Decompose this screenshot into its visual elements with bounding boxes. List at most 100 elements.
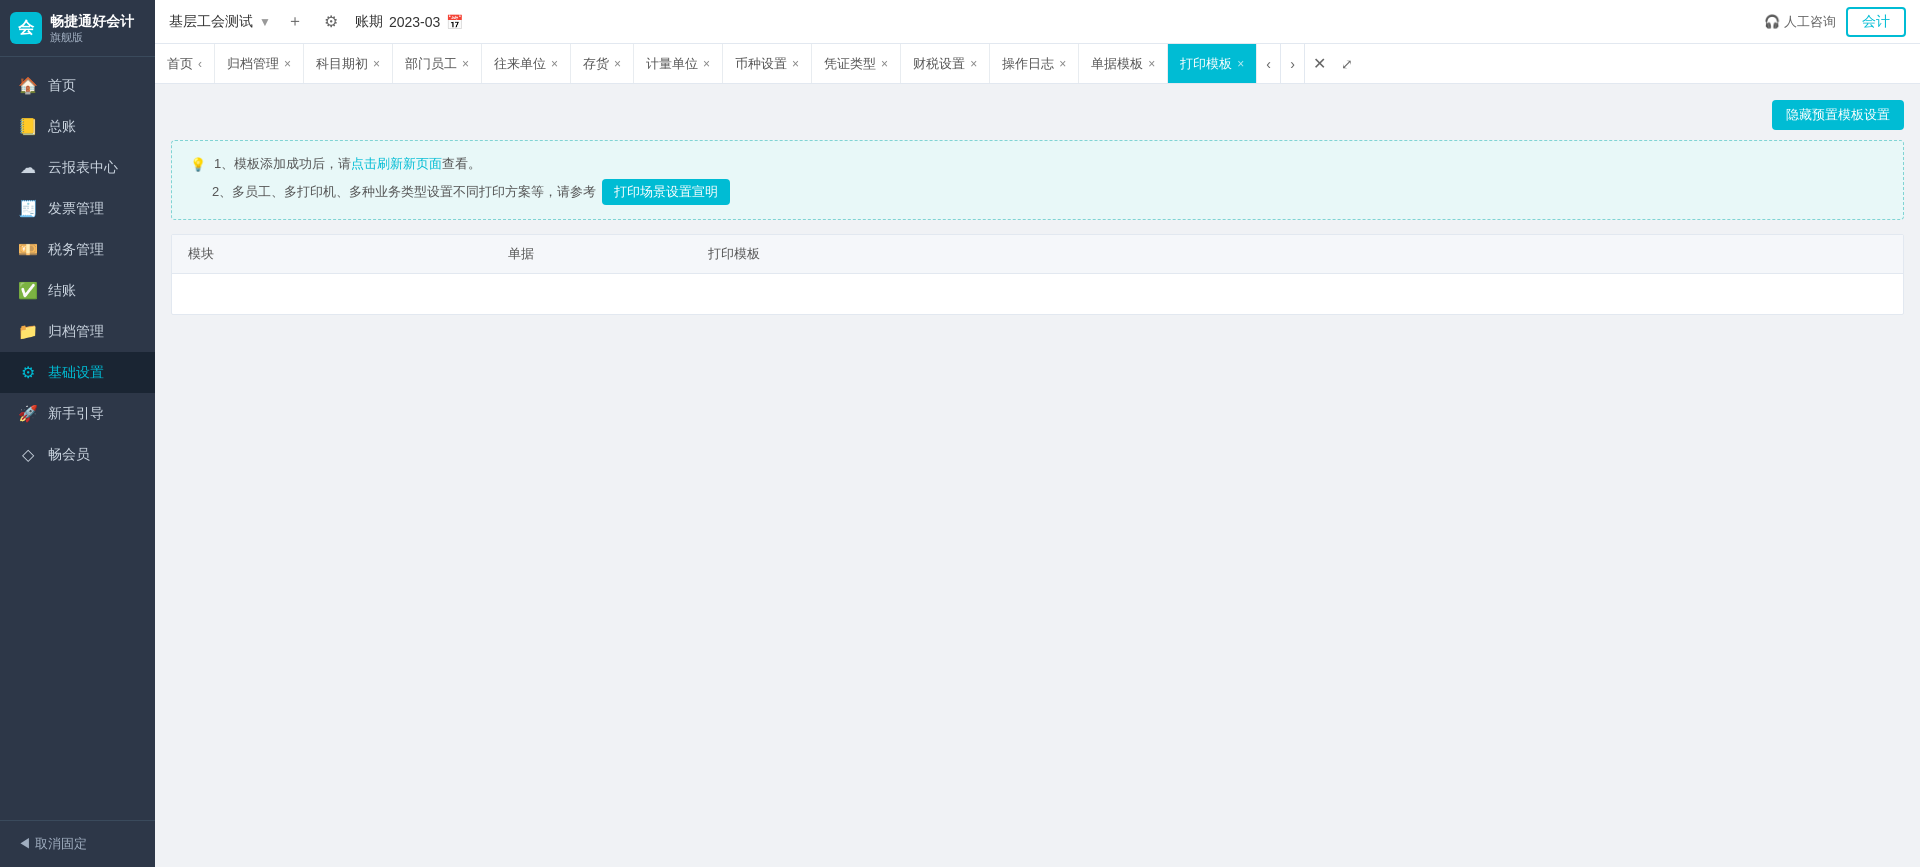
tab-close-all-button[interactable]: ✕ (1305, 44, 1333, 84)
calendar-icon[interactable]: 📅 (446, 14, 463, 30)
sidebar-item-basic-settings[interactable]: ⚙ 基础设置 (0, 352, 155, 393)
tab-currency[interactable]: 币种设置 × (723, 44, 812, 84)
archive-icon: 📁 (18, 322, 38, 341)
tab-single-label: 单据模板 (1091, 55, 1143, 73)
sidebar-item-cloud-report-label: 云报表中心 (48, 159, 118, 177)
sidebar-logo: 会 畅捷通好会计 旗舰版 (0, 0, 155, 57)
tab-counterpart-close[interactable]: × (551, 57, 558, 71)
sidebar-item-tax-label: 税务管理 (48, 241, 104, 259)
sidebar-item-ledger[interactable]: 📒 总账 (0, 106, 155, 147)
print-scene-btn[interactable]: 打印场景设置宣明 (602, 179, 730, 205)
sidebar-item-checkout-label: 结账 (48, 282, 76, 300)
tab-print-template[interactable]: 打印模板 × (1168, 44, 1257, 84)
sidebar-pin-toggle[interactable]: ◀ 取消固定 (0, 820, 155, 867)
tab-inventory[interactable]: 存货 × (571, 44, 634, 84)
tab-voucher-close[interactable]: × (881, 57, 888, 71)
tab-single-close[interactable]: × (1148, 57, 1155, 71)
sidebar-nav: 🏠 首页 📒 总账 ☁ 云报表中心 🧾 发票管理 💴 税务管理 ✅ 结账 📁 归… (0, 57, 155, 820)
table-body (172, 274, 1903, 314)
tab-measure-close[interactable]: × (703, 57, 710, 71)
tab-subject-close[interactable]: × (373, 57, 380, 71)
info-line-2: 2、多员工、多打印机、多种业务类型设置不同打印方案等，请参考 打印场景设置宣明 (190, 179, 1885, 205)
tax-icon: 💴 (18, 240, 38, 259)
tab-operation-log[interactable]: 操作日志 × (990, 44, 1079, 84)
cloud-report-icon: ☁ (18, 158, 38, 177)
tab-counterpart-label: 往来单位 (494, 55, 546, 73)
sidebar-item-home[interactable]: 🏠 首页 (0, 65, 155, 106)
sidebar: 会 畅捷通好会计 旗舰版 🏠 首页 📒 总账 ☁ 云报表中心 🧾 发票管理 💴 … (0, 0, 155, 867)
company-name: 基层工会测试 (169, 13, 253, 31)
guide-icon: 🚀 (18, 404, 38, 423)
tab-home-chevron: ‹ (198, 57, 202, 71)
hide-preview-btn[interactable]: 隐藏预置模板设置 (1772, 100, 1904, 130)
tab-tax-close[interactable]: × (970, 57, 977, 71)
company-dropdown-arrow: ▼ (259, 15, 271, 29)
tab-next-button[interactable]: › (1281, 44, 1305, 84)
tab-tax-settings[interactable]: 财税设置 × (901, 44, 990, 84)
tab-currency-label: 币种设置 (735, 55, 787, 73)
tab-dept-close[interactable]: × (462, 57, 469, 71)
tab-print-label: 打印模板 (1180, 55, 1232, 73)
bulb-icon: 💡 (190, 157, 206, 172)
sidebar-item-tax[interactable]: 💴 税务管理 (0, 229, 155, 270)
sidebar-item-invoice[interactable]: 🧾 发票管理 (0, 188, 155, 229)
settings-icon: ⚙ (18, 363, 38, 382)
tab-inventory-label: 存货 (583, 55, 609, 73)
app-brand: 畅捷通好会计 (50, 12, 134, 30)
customer-service-label: 人工咨询 (1784, 13, 1836, 31)
topbar: 基层工会测试 ▼ ＋ ⚙ 账期 2023-03 📅 🎧 人工咨询 会计 (155, 0, 1920, 44)
customer-service-btn[interactable]: 🎧 人工咨询 (1764, 13, 1836, 31)
add-tab-button[interactable]: ＋ (281, 8, 309, 36)
period-value: 2023-03 (389, 14, 440, 30)
sidebar-item-archive[interactable]: 📁 归档管理 (0, 311, 155, 352)
app-edition: 旗舰版 (50, 30, 134, 44)
tab-home[interactable]: 首页 ‹ (155, 44, 215, 84)
ledger-icon: 📒 (18, 117, 38, 136)
tab-archive-mgmt[interactable]: 归档管理 × (215, 44, 304, 84)
period-display: 账期 2023-03 📅 (355, 13, 463, 31)
info-line2-prefix: 2、多员工、多打印机、多种业务类型设置不同打印方案等，请参考 (212, 183, 596, 201)
invoice-icon: 🧾 (18, 199, 38, 218)
sidebar-item-cloud-report[interactable]: ☁ 云报表中心 (0, 147, 155, 188)
account-button[interactable]: 会计 (1846, 7, 1906, 37)
app-logo-icon: 会 (10, 12, 42, 44)
tab-measure-unit[interactable]: 计量单位 × (634, 44, 723, 84)
tab-expand-button[interactable]: ⤢ (1333, 44, 1361, 84)
headset-icon: 🎧 (1764, 14, 1780, 29)
topbar-right: 🎧 人工咨询 会计 (1764, 7, 1906, 37)
member-icon: ◇ (18, 445, 38, 464)
sidebar-item-archive-label: 归档管理 (48, 323, 104, 341)
tab-log-close[interactable]: × (1059, 57, 1066, 71)
data-table: 模块 单据 打印模板 (171, 234, 1904, 315)
tab-archive-close[interactable]: × (284, 57, 291, 71)
sidebar-item-checkout[interactable]: ✅ 结账 (0, 270, 155, 311)
checkout-icon: ✅ (18, 281, 38, 300)
tab-subject-period[interactable]: 科目期初 × (304, 44, 393, 84)
refresh-page-link[interactable]: 点击刷新新页面 (351, 155, 442, 173)
home-icon: 🏠 (18, 76, 38, 95)
company-selector[interactable]: 基层工会测试 ▼ (169, 13, 271, 31)
sidebar-item-member[interactable]: ◇ 畅会员 (0, 434, 155, 475)
tab-currency-close[interactable]: × (792, 57, 799, 71)
info-line1-suffix: 查看。 (442, 155, 481, 173)
tab-log-label: 操作日志 (1002, 55, 1054, 73)
tab-single-template[interactable]: 单据模板 × (1079, 44, 1168, 84)
sidebar-item-guide[interactable]: 🚀 新手引导 (0, 393, 155, 434)
tab-prev-button[interactable]: ‹ (1257, 44, 1281, 84)
tab-inventory-close[interactable]: × (614, 57, 621, 71)
tab-counterpart[interactable]: 往来单位 × (482, 44, 571, 84)
settings-button[interactable]: ⚙ (317, 8, 345, 36)
table-header: 模块 单据 打印模板 (172, 235, 1903, 274)
main-area: 基层工会测试 ▼ ＋ ⚙ 账期 2023-03 📅 🎧 人工咨询 会计 首页 ‹… (155, 0, 1920, 867)
info-line-1: 💡 1、模板添加成功后，请 点击刷新新页面 查看。 (190, 155, 1885, 173)
tab-print-close[interactable]: × (1237, 57, 1244, 71)
tab-subject-label: 科目期初 (316, 55, 368, 73)
info-line1-prefix: 1、模板添加成功后，请 (214, 155, 351, 173)
tab-voucher-type[interactable]: 凭证类型 × (812, 44, 901, 84)
tab-dept-employee[interactable]: 部门员工 × (393, 44, 482, 84)
sidebar-item-settings-label: 基础设置 (48, 364, 104, 382)
col-template: 打印模板 (692, 235, 1903, 273)
topbar-actions: ＋ ⚙ (281, 8, 345, 36)
period-label: 账期 (355, 13, 383, 31)
sidebar-item-member-label: 畅会员 (48, 446, 90, 464)
